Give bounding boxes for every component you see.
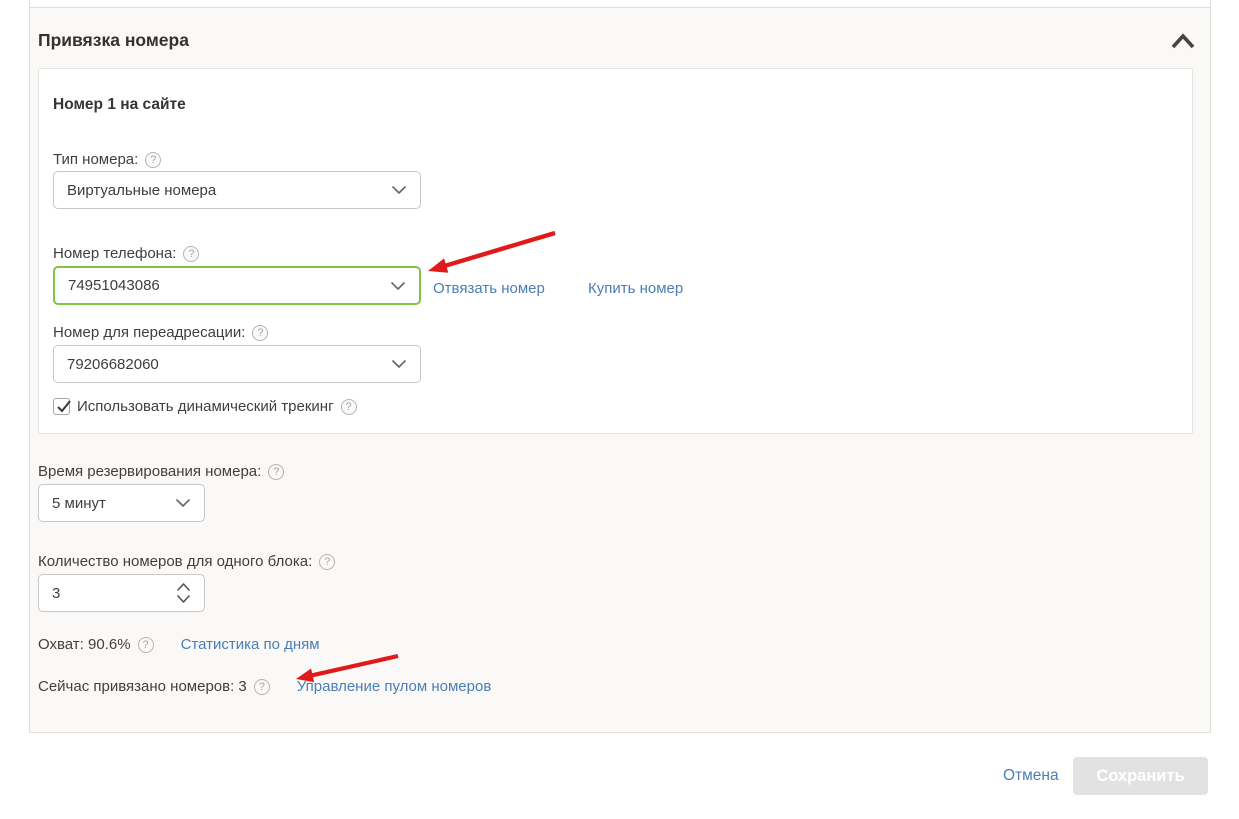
stepper-down-button[interactable] (177, 595, 190, 603)
panel-title: Привязка номера (38, 30, 189, 50)
number-stepper (177, 583, 190, 603)
dynamic-tracking-row: Использовать динамический трекинг ? (53, 398, 357, 415)
chevron-down-icon (176, 499, 190, 507)
number-pool-link[interactable]: Управление пулом номеров (297, 678, 492, 695)
chevron-down-icon (392, 360, 406, 368)
bound-numbers-row: Сейчас привязано номеров: 3 ? Управление… (38, 678, 491, 695)
reservation-time-select[interactable]: 5 минут (38, 484, 205, 522)
numbers-per-block-label: Количество номеров для одного блока: ? (38, 553, 336, 570)
redirect-number-select[interactable]: 79206682060 (53, 345, 421, 383)
bound-numbers-text: Сейчас привязано номеров: 3 (38, 678, 247, 695)
daily-stats-link[interactable]: Статистика по дням (181, 636, 320, 653)
chevron-up-icon (1171, 33, 1195, 49)
coverage-row: Охват: 90.6% ? Статистика по дням (38, 636, 320, 653)
phone-number-select[interactable]: 74951043086 (53, 266, 421, 305)
phone-number-label: Номер телефона: ? (53, 245, 200, 262)
help-icon[interactable]: ? (253, 678, 270, 695)
collapse-section-button[interactable] (1168, 28, 1198, 54)
card-title: Номер 1 на сайте (53, 96, 186, 113)
chevron-down-icon (392, 186, 406, 194)
stepper-up-button[interactable] (177, 583, 190, 591)
reservation-time-label: Время резервирования номера: ? (38, 463, 285, 480)
help-icon[interactable]: ? (183, 245, 200, 262)
help-icon[interactable]: ? (319, 553, 336, 570)
number-type-label: Тип номера: ? (53, 151, 162, 168)
unbind-number-link[interactable]: Отвязать номер (433, 280, 545, 297)
help-icon[interactable]: ? (137, 636, 154, 653)
save-button[interactable]: Сохранить (1073, 757, 1208, 795)
cancel-button[interactable]: Отмена (1003, 767, 1059, 785)
coverage-text: Охват: 90.6% (38, 636, 131, 653)
help-icon[interactable]: ? (268, 463, 285, 480)
redirect-number-label: Номер для переадресации: ? (53, 324, 269, 341)
checkmark-icon (57, 400, 71, 413)
dynamic-tracking-checkbox[interactable] (53, 398, 71, 415)
chevron-down-icon (391, 281, 405, 290)
number-type-select[interactable]: Виртуальные номера (53, 171, 421, 209)
help-icon[interactable]: ? (145, 151, 162, 168)
dynamic-tracking-label: Использовать динамический трекинг ? (77, 398, 357, 415)
panel-top-divider (30, 0, 1210, 8)
numbers-per-block-input[interactable]: 3 (38, 574, 205, 612)
help-icon[interactable]: ? (252, 324, 269, 341)
help-icon[interactable]: ? (340, 398, 357, 415)
buy-number-link[interactable]: Купить номер (588, 280, 683, 297)
